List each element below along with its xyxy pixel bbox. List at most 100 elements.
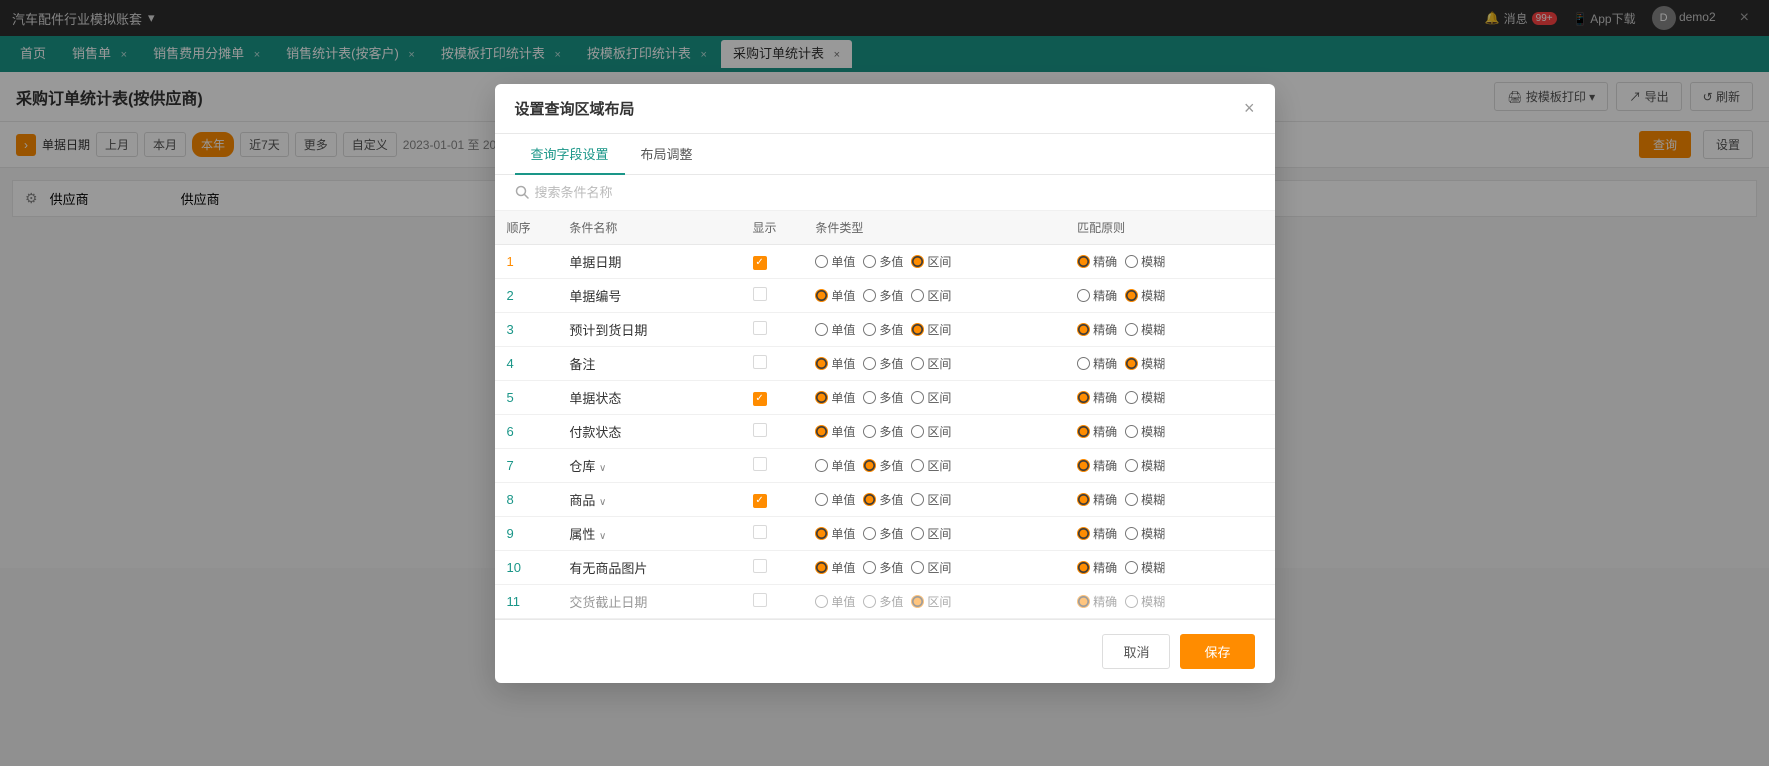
match-radio-精确[interactable]: 精确 bbox=[1077, 491, 1117, 508]
type-radio-多值[interactable]: 多值 bbox=[863, 559, 903, 576]
type-radio-input[interactable] bbox=[911, 255, 924, 268]
type-radio-input[interactable] bbox=[863, 561, 876, 574]
type-radio-多值[interactable]: 多值 bbox=[863, 491, 903, 508]
match-radio-精确[interactable]: 精确 bbox=[1077, 423, 1117, 440]
match-radio-模糊[interactable]: 模糊 bbox=[1125, 423, 1165, 440]
type-radio-input[interactable] bbox=[911, 595, 924, 608]
match-radio-input[interactable] bbox=[1125, 255, 1138, 268]
type-radio-input[interactable] bbox=[863, 595, 876, 608]
row-display[interactable] bbox=[741, 448, 804, 482]
save-button[interactable]: 保存 bbox=[1180, 634, 1254, 669]
type-radio-单值[interactable]: 单值 bbox=[815, 355, 855, 372]
type-radio-多值[interactable]: 多值 bbox=[863, 457, 903, 474]
type-radio-input[interactable] bbox=[911, 289, 924, 302]
type-radio-区间[interactable]: 区间 bbox=[911, 287, 951, 304]
match-radio-精确[interactable]: 精确 bbox=[1077, 253, 1117, 270]
match-radio-模糊[interactable]: 模糊 bbox=[1125, 525, 1165, 542]
type-radio-input[interactable] bbox=[911, 459, 924, 472]
match-radio-input[interactable] bbox=[1125, 459, 1138, 472]
match-radio-input[interactable] bbox=[1077, 561, 1090, 574]
type-radio-input[interactable] bbox=[863, 459, 876, 472]
type-radio-input[interactable] bbox=[911, 425, 924, 438]
match-radio-input[interactable] bbox=[1077, 391, 1090, 404]
type-radio-input[interactable] bbox=[815, 357, 828, 370]
match-radio-精确[interactable]: 精确 bbox=[1077, 321, 1117, 338]
type-radio-多值[interactable]: 多值 bbox=[863, 525, 903, 542]
type-radio-单值[interactable]: 单值 bbox=[815, 559, 855, 576]
row-display[interactable] bbox=[741, 550, 804, 584]
type-radio-input[interactable] bbox=[815, 595, 828, 608]
match-radio-input[interactable] bbox=[1077, 425, 1090, 438]
display-checkbox[interactable] bbox=[753, 559, 767, 573]
match-radio-模糊[interactable]: 模糊 bbox=[1125, 355, 1165, 372]
type-radio-多值[interactable]: 多值 bbox=[863, 355, 903, 372]
type-radio-input[interactable] bbox=[911, 561, 924, 574]
tab-query-fields[interactable]: 查询字段设置 bbox=[515, 134, 625, 175]
type-radio-input[interactable] bbox=[815, 289, 828, 302]
type-radio-input[interactable] bbox=[815, 323, 828, 336]
type-radio-input[interactable] bbox=[815, 255, 828, 268]
match-radio-模糊[interactable]: 模糊 bbox=[1125, 559, 1165, 576]
type-radio-input[interactable] bbox=[863, 391, 876, 404]
row-display[interactable] bbox=[741, 244, 804, 278]
type-radio-input[interactable] bbox=[815, 459, 828, 472]
row-display[interactable] bbox=[741, 482, 804, 516]
type-radio-input[interactable] bbox=[911, 357, 924, 370]
type-radio-多值[interactable]: 多值 bbox=[863, 253, 903, 270]
match-radio-input[interactable] bbox=[1125, 391, 1138, 404]
type-radio-区间[interactable]: 区间 bbox=[911, 593, 951, 610]
row-display[interactable] bbox=[741, 380, 804, 414]
type-radio-区间[interactable]: 区间 bbox=[911, 559, 951, 576]
type-radio-单值[interactable]: 单值 bbox=[815, 491, 855, 508]
match-radio-input[interactable] bbox=[1125, 527, 1138, 540]
match-radio-input[interactable] bbox=[1077, 459, 1090, 472]
type-radio-区间[interactable]: 区间 bbox=[911, 457, 951, 474]
match-radio-精确[interactable]: 精确 bbox=[1077, 457, 1117, 474]
display-checkbox[interactable] bbox=[753, 355, 767, 369]
search-input[interactable] bbox=[535, 185, 1255, 200]
match-radio-input[interactable] bbox=[1077, 255, 1090, 268]
display-checkbox[interactable] bbox=[753, 423, 767, 437]
type-radio-区间[interactable]: 区间 bbox=[911, 525, 951, 542]
dialog-close-button[interactable]: × bbox=[1244, 98, 1255, 119]
row-display[interactable] bbox=[741, 584, 804, 618]
type-radio-input[interactable] bbox=[911, 527, 924, 540]
match-radio-精确[interactable]: 精确 bbox=[1077, 525, 1117, 542]
match-radio-精确[interactable]: 精确 bbox=[1077, 287, 1117, 304]
cancel-button[interactable]: 取消 bbox=[1102, 634, 1170, 669]
type-radio-单值[interactable]: 单值 bbox=[815, 423, 855, 440]
type-radio-多值[interactable]: 多值 bbox=[863, 423, 903, 440]
type-radio-input[interactable] bbox=[863, 493, 876, 506]
type-radio-区间[interactable]: 区间 bbox=[911, 253, 951, 270]
type-radio-多值[interactable]: 多值 bbox=[863, 389, 903, 406]
match-radio-input[interactable] bbox=[1125, 595, 1138, 608]
type-radio-区间[interactable]: 区间 bbox=[911, 355, 951, 372]
type-radio-input[interactable] bbox=[815, 425, 828, 438]
type-radio-单值[interactable]: 单值 bbox=[815, 389, 855, 406]
match-radio-精确[interactable]: 精确 bbox=[1077, 389, 1117, 406]
row-display[interactable] bbox=[741, 346, 804, 380]
type-radio-input[interactable] bbox=[815, 493, 828, 506]
row-display[interactable] bbox=[741, 414, 804, 448]
type-radio-input[interactable] bbox=[911, 323, 924, 336]
match-radio-input[interactable] bbox=[1077, 357, 1090, 370]
type-radio-input[interactable] bbox=[863, 255, 876, 268]
type-radio-input[interactable] bbox=[863, 357, 876, 370]
tab-layout-adjust[interactable]: 布局调整 bbox=[625, 134, 709, 175]
type-radio-区间[interactable]: 区间 bbox=[911, 423, 951, 440]
match-radio-模糊[interactable]: 模糊 bbox=[1125, 253, 1165, 270]
match-radio-input[interactable] bbox=[1125, 425, 1138, 438]
match-radio-精确[interactable]: 精确 bbox=[1077, 593, 1117, 610]
display-checkbox[interactable] bbox=[753, 392, 767, 406]
match-radio-input[interactable] bbox=[1125, 357, 1138, 370]
type-radio-区间[interactable]: 区间 bbox=[911, 491, 951, 508]
match-radio-精确[interactable]: 精确 bbox=[1077, 559, 1117, 576]
type-radio-input[interactable] bbox=[815, 561, 828, 574]
match-radio-模糊[interactable]: 模糊 bbox=[1125, 287, 1165, 304]
match-radio-input[interactable] bbox=[1077, 595, 1090, 608]
match-radio-input[interactable] bbox=[1077, 323, 1090, 336]
type-radio-单值[interactable]: 单值 bbox=[815, 593, 855, 610]
type-radio-input[interactable] bbox=[863, 527, 876, 540]
display-checkbox[interactable] bbox=[753, 494, 767, 508]
type-radio-input[interactable] bbox=[863, 289, 876, 302]
